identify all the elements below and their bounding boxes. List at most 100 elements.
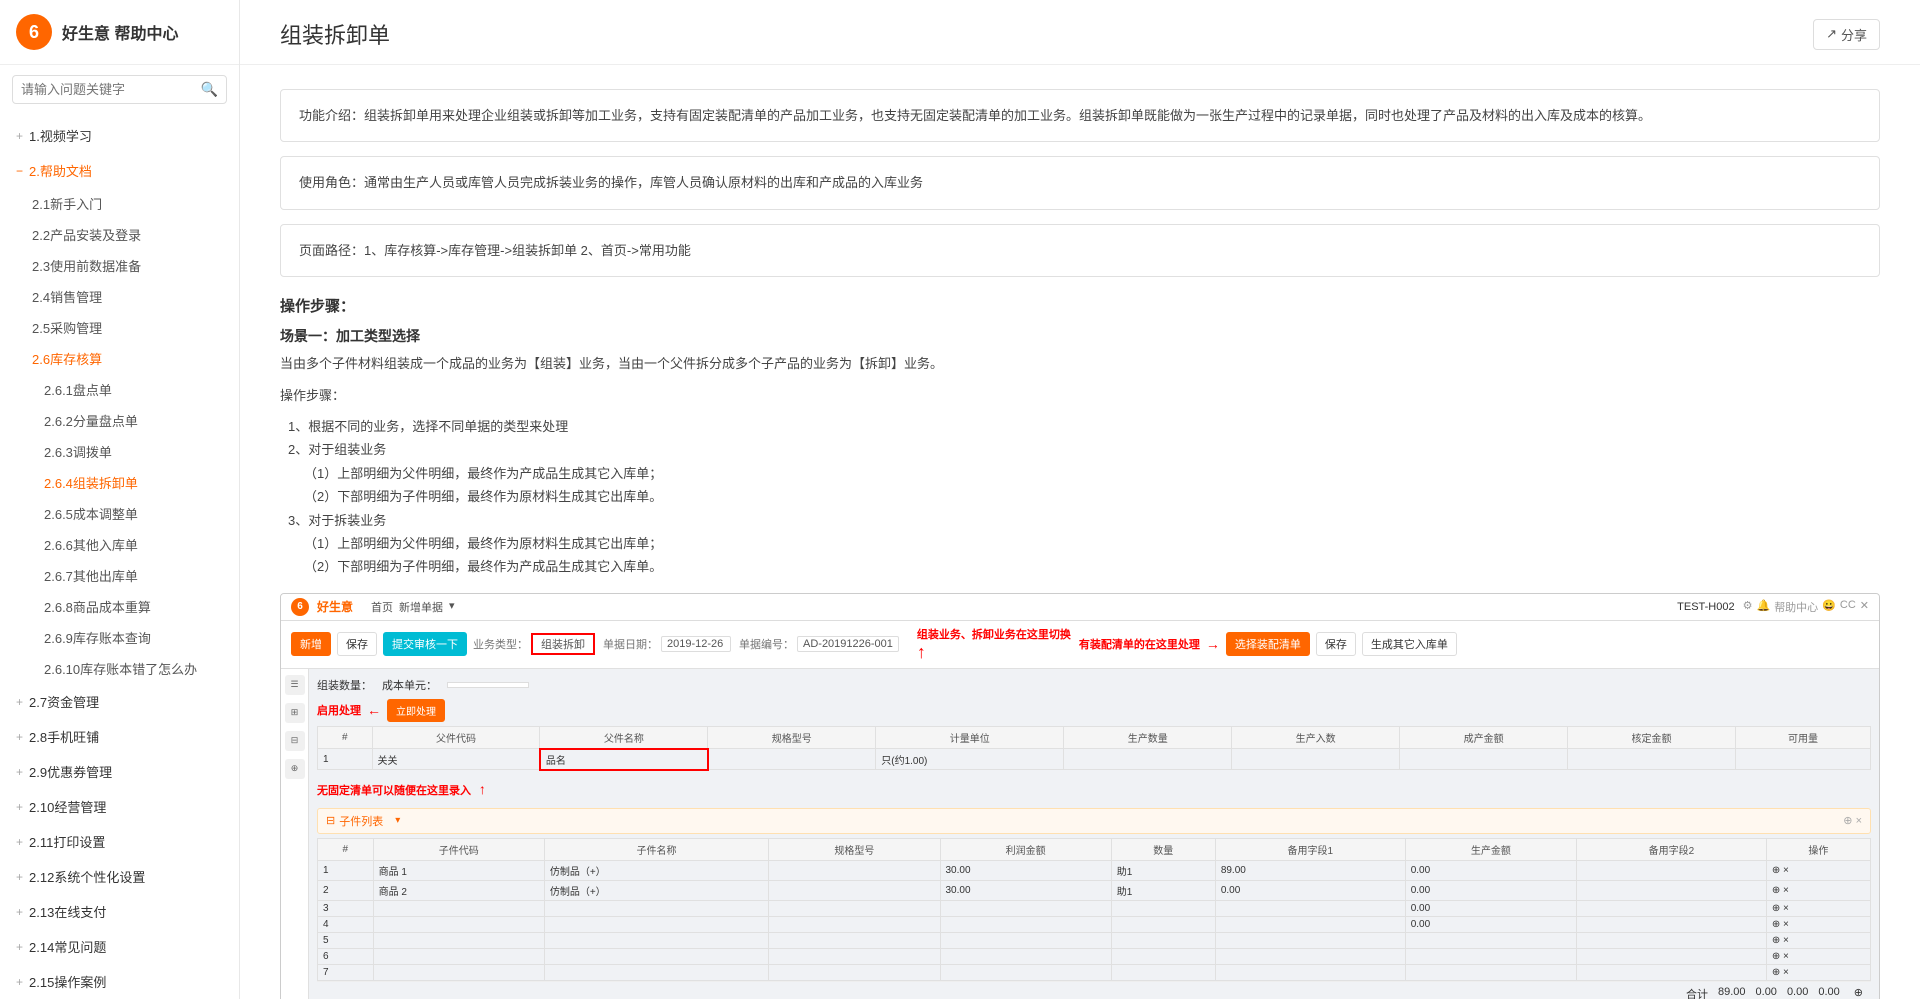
sc-warehouse[interactable] [447, 682, 529, 688]
sc-nav: 首页 新增单据 ▾ [371, 599, 455, 615]
intro-block: 功能介绍：组装拆卸单用来处理企业组装或拆卸等加工业务，支持有固定装配清单的产品加… [280, 89, 1880, 142]
path-block: 页面路径：1、库存核算->库存管理->组装拆卸单 2、首页->常用功能 [280, 224, 1880, 277]
share-button[interactable]: ↗ 分享 [1813, 19, 1880, 50]
sc-submit-btn[interactable]: 提交审核一下 [383, 632, 467, 656]
sc-type-value[interactable]: 组装拆卸 [531, 633, 595, 655]
sc-save-btn[interactable]: 保存 [337, 632, 377, 656]
sc-fields: 业务类型： 组装拆卸 单据日期： 2019-12-26 单据编号： AD-201… [473, 626, 1457, 663]
minus-icon: − [16, 164, 23, 178]
plus-icon: + [16, 695, 23, 709]
sc-left-icons: ☰ ⊞ ⊟ ⊕ [281, 669, 309, 999]
search-input[interactable] [21, 82, 201, 97]
sc-footer: 合计 89.00 0.00 0.00 0.00 ⊕ [317, 981, 1871, 999]
plus-icon: + [16, 940, 23, 954]
plus-icon: + [16, 835, 23, 849]
sc-upper-table: # 父件代码 父件名称 规格型号 计量单位 生产数量 生产入数 成产金额 核定金… [317, 726, 1871, 771]
sidebar-item-help[interactable]: − 2.帮助文档 [0, 153, 239, 188]
sc-type-field: 业务类型： 组装拆卸 [473, 633, 595, 655]
sidebar: 6 好生意 帮助中心 🔍 + 1.视频学习 − 2.帮助文档 2.1新手入门 2… [0, 0, 240, 999]
sc-status-area: 有装配清单的在这里处理 → 选择装配清单 保存 生成其它入库单 [1079, 632, 1457, 656]
step2: 2、对于组装业务 [288, 438, 1880, 461]
sidebar-item-print[interactable]: + 2.11打印设置 [0, 824, 239, 859]
table-row: 6⊕ × [318, 948, 1871, 964]
sidebar-item-inv265[interactable]: 2.6.5成本调整单 [0, 498, 239, 529]
sc-enable-btn[interactable]: 立即处理 [387, 699, 445, 722]
path-text: 页面路径：1、库存核算->库存管理->组装拆卸单 2、首页->常用功能 [299, 243, 691, 258]
sidebar-item-data[interactable]: 2.3使用前数据准备 [0, 250, 239, 281]
sidebar-item-sales[interactable]: 2.4销售管理 [0, 281, 239, 312]
sc-icon3[interactable]: ⊟ [285, 731, 305, 751]
search-icon: 🔍 [201, 81, 218, 98]
sidebar-item-operation[interactable]: + 2.10经营管理 [0, 789, 239, 824]
step2-sub2: （2）下部明细为子件明细，最终作为原材料生成其它出库单。 [304, 485, 1880, 508]
sc-save2-btn[interactable]: 保存 [1316, 632, 1356, 656]
sc-new-btn[interactable]: 新增 [291, 632, 331, 656]
role-text: 使用角色：通常由生产人员或库管人员完成拆装业务的操作，库管人员确认原材料的出库和… [299, 175, 923, 190]
sc-main-area: 组装数量： 成本单元： 启用处理 ← 立即处理 # [309, 669, 1879, 999]
sidebar-item-mobile[interactable]: + 2.8手机旺铺 [0, 719, 239, 754]
sc-icon4[interactable]: ⊕ [285, 759, 305, 779]
sidebar-item-inventory[interactable]: 2.6库存核算 [0, 343, 239, 374]
sidebar-item-custom[interactable]: + 2.12系统个性化设置 [0, 859, 239, 894]
table-row: 7⊕ × [318, 964, 1871, 980]
sc-annotation-btn[interactable]: 选择装配清单 [1226, 632, 1310, 656]
sc-qty-row: 组装数量： 成本单元： [317, 677, 1871, 693]
sidebar-item-inv266[interactable]: 2.6.6其他入库单 [0, 529, 239, 560]
sc-toolbar: 新增 保存 提交审核一下 业务类型： 组装拆卸 单据日期： 2019-12-26… [281, 621, 1879, 669]
sidebar-item-inv269[interactable]: 2.6.9库存账本查询 [0, 622, 239, 653]
app-title: 好生意 帮助中心 [62, 20, 178, 44]
main-header: 组装拆卸单 ↗ 分享 [240, 0, 1920, 65]
sc-other-btn[interactable]: 生成其它入库单 [1362, 632, 1457, 656]
sidebar-item-coupon[interactable]: + 2.9优惠券管理 [0, 754, 239, 789]
sidebar-item-inv262[interactable]: 2.6.2分量盘点单 [0, 405, 239, 436]
sc-lower-table: # 子件代码 子件名称 规格型号 利润金额 数量 备用字段1 生产金额 备用字段… [317, 838, 1871, 981]
sidebar-item-faq[interactable]: + 2.14常见问题 [0, 929, 239, 964]
sidebar-item-newbie[interactable]: 2.1新手入门 [0, 188, 239, 219]
sc-icon2[interactable]: ⊞ [285, 703, 305, 723]
sidebar-item-video[interactable]: + 1.视频学习 [0, 118, 239, 153]
nav-section: + 1.视频学习 − 2.帮助文档 2.1新手入门 2.2产品安装及登录 2.3… [0, 114, 239, 999]
sc-docno-value: AD-20191226-001 [797, 636, 899, 652]
table-row: 1 关关 品名 只(约1.00) [318, 749, 1871, 770]
sc-topbar: 6 好生意 首页 新增单据 ▾ TEST-H002 ⚙ 🔔 帮助中心 😀 CC … [281, 594, 1879, 621]
sidebar-item-inv263[interactable]: 2.6.3调拨单 [0, 436, 239, 467]
plus-icon: + [16, 765, 23, 779]
sidebar-item-install[interactable]: 2.2产品安装及登录 [0, 219, 239, 250]
sc-date-field: 单据日期： 2019-12-26 [603, 636, 731, 652]
sidebar-item-inv268[interactable]: 2.6.8商品成本重算 [0, 591, 239, 622]
plus-icon: + [16, 870, 23, 884]
sc-subtitle-row: ⊟ 子件列表 ▾ ⊕ × [317, 808, 1871, 834]
step3-sub1: （1）上部明细为父件明细，最终作为原材料生成其它出库单； [304, 532, 1880, 555]
table-row: 1 商品 1 仿制品（+） 30.00 助1 89.00 0.00 ⊕ × [318, 860, 1871, 880]
share-icon: ↗ [1826, 26, 1837, 42]
sidebar-item-inv267[interactable]: 2.6.7其他出库单 [0, 560, 239, 591]
step3-sub2: （2）下部明细为子件明细，最终作为产成品生成其它入库单。 [304, 555, 1880, 578]
annotation1-label: 组装业务、拆卸业务在这里切换 [917, 626, 1071, 642]
sidebar-item-payment[interactable]: + 2.13在线支付 [0, 894, 239, 929]
sc-docno-field: 单据编号： AD-20191226-001 [739, 636, 899, 652]
sc-body: ☰ ⊞ ⊟ ⊕ 组装数量： 成本单元： 启用处理 ← [281, 669, 1879, 999]
sc-annotation3: 启用处理 ← 立即处理 [317, 699, 1871, 722]
article-body: 功能介绍：组装拆卸单用来处理企业组装或拆卸等加工业务，支持有固定装配清单的产品加… [240, 65, 1920, 999]
sc-icon1[interactable]: ☰ [285, 675, 305, 695]
search-bar[interactable]: 🔍 [12, 75, 227, 104]
sidebar-item-purchase[interactable]: 2.5采购管理 [0, 312, 239, 343]
scene1-title: 场景一：加工类型选择 [280, 326, 1880, 346]
sidebar-item-inv261[interactable]: 2.6.1盘点单 [0, 374, 239, 405]
sidebar-item-inv264[interactable]: 2.6.4组装拆卸单 [0, 467, 239, 498]
intro-text: 功能介绍：组装拆卸单用来处理企业组装或拆卸等加工业务，支持有固定装配清单的产品加… [299, 108, 1651, 123]
sc-annotation4-area: 无固定清单可以随便在这里录入 ↑ [317, 777, 1871, 802]
annotation4-label: 无固定清单可以随便在这里录入 [317, 785, 471, 797]
sc-brand: 好生意 [317, 598, 353, 615]
sidebar-header: 6 好生意 帮助中心 [0, 0, 239, 65]
main-content: 组装拆卸单 ↗ 分享 功能介绍：组装拆卸单用来处理企业组装或拆卸等加工业务，支持… [240, 0, 1920, 999]
sidebar-item-cases[interactable]: + 2.15操作案例 [0, 964, 239, 999]
sc-controls: ⚙ 🔔 帮助中心 😀 CC ✕ [1743, 599, 1869, 615]
plus-icon: + [16, 975, 23, 989]
app-logo: 6 [16, 14, 52, 50]
sidebar-item-inv2610[interactable]: 2.6.10库存账本错了怎么办 [0, 653, 239, 684]
annotation2-label: 有装配清单的在这里处理 [1079, 636, 1200, 652]
sc-date-value: 2019-12-26 [661, 636, 731, 652]
role-block: 使用角色：通常由生产人员或库管人员完成拆装业务的操作，库管人员确认原材料的出库和… [280, 156, 1880, 209]
sidebar-item-finance[interactable]: + 2.7资金管理 [0, 684, 239, 719]
